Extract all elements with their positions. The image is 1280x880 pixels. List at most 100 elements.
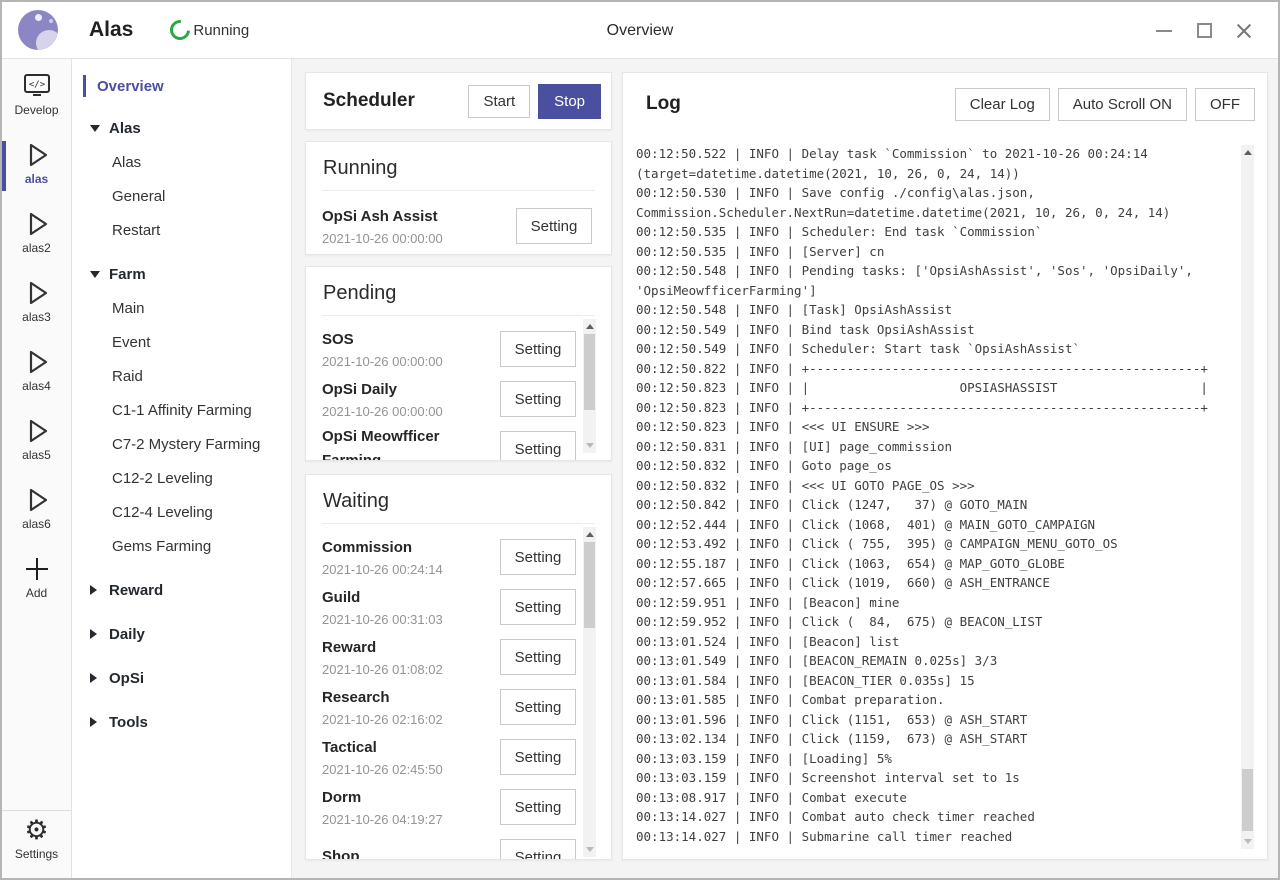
setting-button[interactable]: Setting [500, 589, 576, 625]
log-line: 00:13:01.585 | INFO | Combat preparation… [636, 690, 1231, 710]
pending-scrollbar[interactable] [583, 319, 596, 453]
nav-item[interactable]: General [72, 179, 291, 213]
rail-item-alas4[interactable]: alas4 [2, 346, 71, 405]
setting-button[interactable]: Setting [500, 431, 576, 460]
task-next-run-time: 2021-10-26 00:31:03 [322, 610, 487, 629]
nav-group[interactable]: OpSi [72, 661, 291, 695]
task-next-run-time: 2021-10-26 00:00:00 [322, 402, 487, 421]
play-icon [22, 415, 52, 447]
scroll-down-icon[interactable] [586, 847, 594, 852]
nav-item-overview[interactable]: Overview [72, 71, 291, 101]
setting-button[interactable]: Setting [516, 208, 592, 244]
task-row: Commission 2021-10-26 00:24:14 Setting [322, 532, 595, 582]
close-icon [1235, 22, 1253, 40]
scrollbar-thumb[interactable] [584, 334, 595, 410]
scroll-up-icon[interactable] [586, 324, 594, 329]
log-line: 00:12:53.492 | INFO | Click ( 755, 395) … [636, 534, 1231, 554]
start-button[interactable]: Start [468, 85, 530, 118]
nav-item[interactable]: Gems Farming [72, 529, 291, 563]
nav-item[interactable]: Raid [72, 359, 291, 393]
play-icon [22, 346, 52, 378]
log-line: 00:13:01.584 | INFO | [BEACON_TIER 0.035… [636, 671, 1231, 691]
rail-item-develop[interactable]: </> Develop [2, 70, 71, 129]
log-scrollbar[interactable] [1241, 145, 1254, 849]
task-info: SOS 2021-10-26 00:00:00 [322, 328, 487, 371]
autoscroll-off-button[interactable]: OFF [1195, 88, 1255, 121]
task-row: Shop Setting [322, 832, 595, 860]
close-button[interactable] [1224, 11, 1264, 51]
stop-button[interactable]: Stop [538, 84, 601, 119]
divider [322, 190, 595, 191]
rail-item-alas3[interactable]: alas3 [2, 277, 71, 336]
task-name: SOS [322, 328, 487, 352]
nav-sidebar: Overview Alas Alas General Restart Farm … [72, 59, 292, 878]
waiting-scrollbar[interactable] [583, 527, 596, 857]
scroll-down-icon[interactable] [586, 443, 594, 448]
rail-item-add[interactable]: Add [2, 553, 71, 612]
nav-group[interactable]: Daily [72, 617, 291, 651]
nav-group-label: Reward [109, 582, 163, 599]
nav-group[interactable]: Tools [72, 705, 291, 739]
nav-item[interactable]: Event [72, 325, 291, 359]
nav-item[interactable]: C7-2 Mystery Farming [72, 427, 291, 461]
nav-group[interactable]: Alas [72, 111, 291, 145]
task-name: Shop [322, 845, 487, 860]
code-monitor-icon: </> [22, 70, 52, 102]
app-logo [18, 10, 58, 50]
scroll-down-icon[interactable] [1244, 839, 1252, 844]
task-name: Reward [322, 636, 487, 660]
log-output[interactable]: 00:12:50.522 | INFO | Delay task `Commis… [636, 144, 1231, 849]
pending-title: Pending [323, 282, 595, 305]
log-line: 00:13:01.524 | INFO | [Beacon] list [636, 632, 1231, 652]
task-next-run-time: 2021-10-26 00:00:00 [322, 352, 487, 371]
triangle-right-icon [90, 629, 97, 639]
nav-item[interactable]: Main [72, 291, 291, 325]
divider [322, 523, 595, 524]
scrollbar-thumb[interactable] [584, 542, 595, 628]
task-next-run-time: 2021-10-26 02:45:50 [322, 760, 487, 779]
scroll-up-icon[interactable] [1244, 150, 1252, 155]
running-title: Running [323, 157, 595, 180]
rail-item-alas[interactable]: alas [2, 139, 71, 198]
setting-button[interactable]: Setting [500, 331, 576, 367]
nav-item[interactable]: Restart [72, 213, 291, 247]
setting-button[interactable]: Setting [500, 539, 576, 575]
play-icon [22, 277, 52, 309]
minimize-button[interactable] [1144, 11, 1184, 51]
setting-button[interactable]: Setting [500, 839, 576, 860]
log-line: 00:12:50.823 | INFO | +-----------------… [636, 398, 1231, 418]
nav-item[interactable]: C1-1 Affinity Farming [72, 393, 291, 427]
rail-item-settings[interactable]: ⚙ Settings [2, 814, 71, 872]
setting-button[interactable]: Setting [500, 639, 576, 675]
setting-button[interactable]: Setting [500, 381, 576, 417]
rail-item-alas5[interactable]: alas5 [2, 415, 71, 474]
nav-group[interactable]: Reward [72, 573, 291, 607]
autoscroll-on-button[interactable]: Auto Scroll ON [1058, 88, 1187, 121]
task-next-run-time: 2021-10-26 00:24:14 [322, 560, 487, 579]
log-line: 00:13:01.596 | INFO | Click (1151, 653) … [636, 710, 1231, 730]
log-line: 00:12:50.831 | INFO | [UI] page_commissi… [636, 437, 1231, 457]
pending-task-list: SOS 2021-10-26 00:00:00 Setting OpSi Dai… [322, 324, 595, 460]
log-line: 00:12:50.832 | INFO | <<< UI GOTO PAGE_O… [636, 476, 1231, 496]
nav-item[interactable]: Alas [72, 145, 291, 179]
status-text: Running [193, 22, 249, 39]
divider [322, 315, 595, 316]
scrollbar-thumb[interactable] [1242, 769, 1253, 831]
setting-button[interactable]: Setting [500, 739, 576, 775]
setting-button[interactable]: Setting [500, 689, 576, 725]
scroll-up-icon[interactable] [586, 532, 594, 537]
rail-label: Develop [14, 103, 58, 117]
maximize-button[interactable] [1184, 11, 1224, 51]
task-row: Reward 2021-10-26 01:08:02 Setting [322, 632, 595, 682]
rail-item-alas6[interactable]: alas6 [2, 484, 71, 543]
task-next-run-time: 2021-10-26 00:00:00 [322, 229, 487, 248]
nav-item[interactable]: C12-4 Leveling [72, 495, 291, 529]
rail-label: Settings [15, 847, 58, 861]
nav-item[interactable]: C12-2 Leveling [72, 461, 291, 495]
setting-button[interactable]: Setting [500, 789, 576, 825]
clear-log-button[interactable]: Clear Log [955, 88, 1050, 121]
task-row: OpSi Meowfficer Farming Setting [322, 424, 595, 460]
nav-group[interactable]: Farm [72, 257, 291, 291]
triangle-down-icon [90, 271, 100, 278]
rail-item-alas2[interactable]: alas2 [2, 208, 71, 267]
